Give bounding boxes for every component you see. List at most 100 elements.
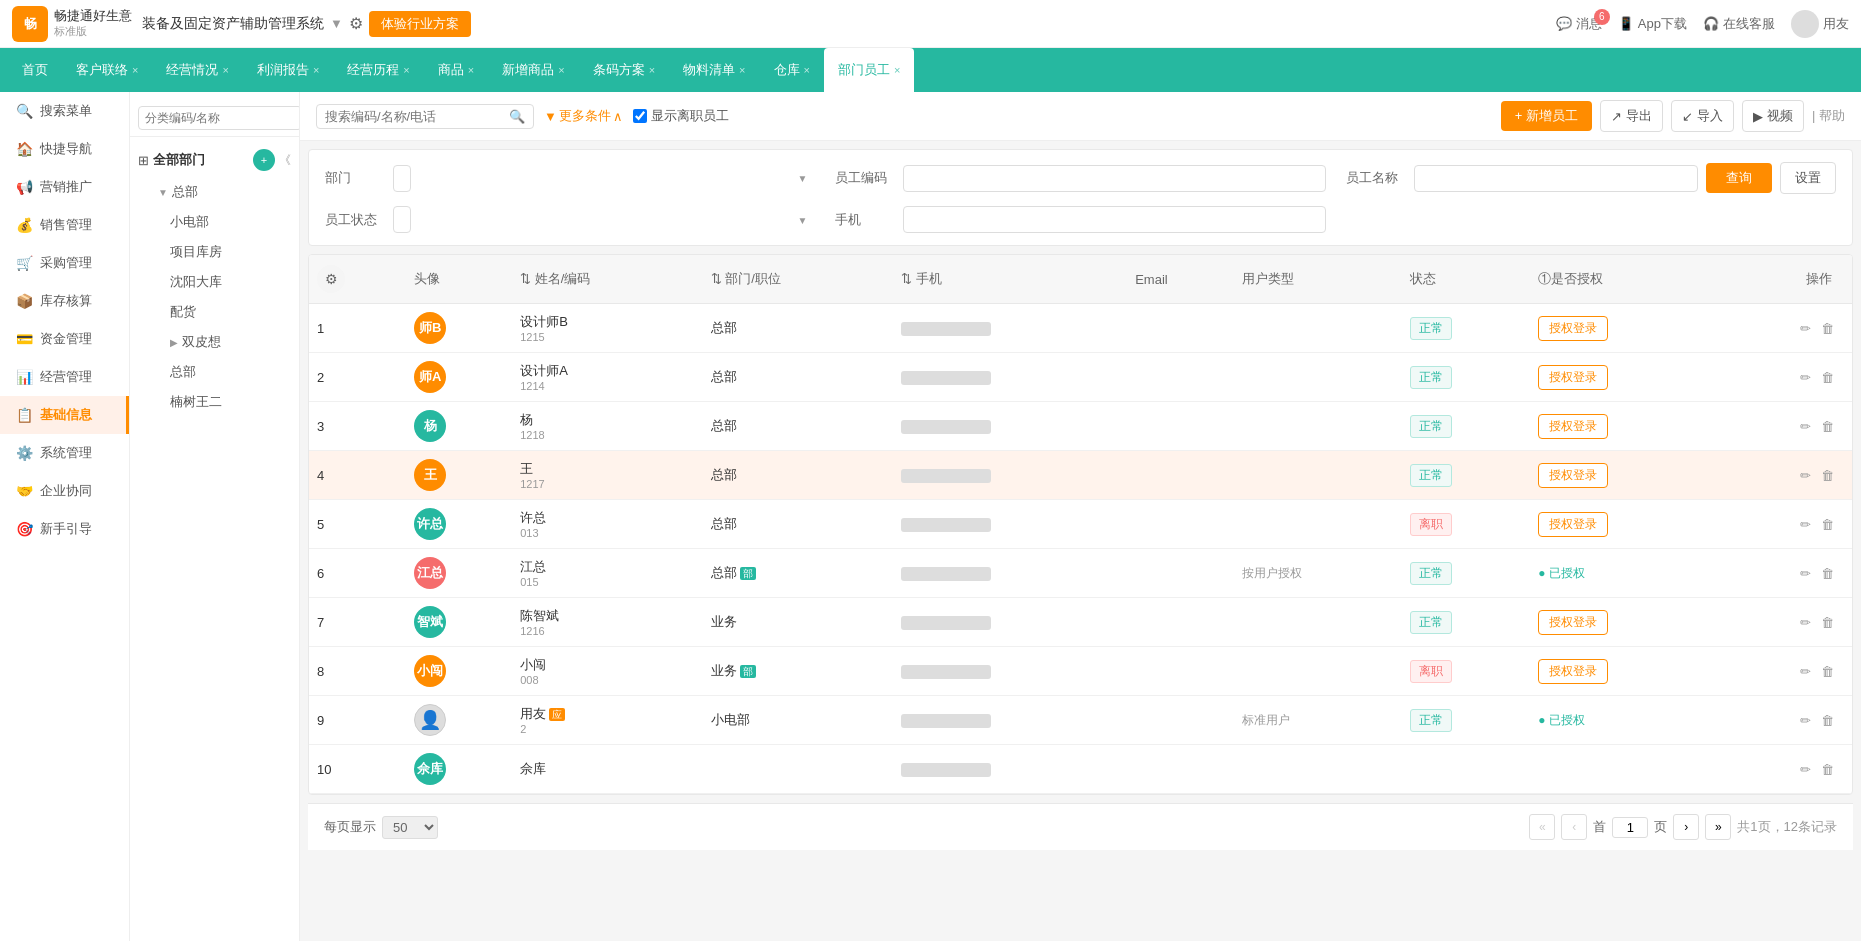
auth-button[interactable]: 授权登录: [1538, 463, 1608, 488]
auth-button[interactable]: 授权登录: [1538, 414, 1608, 439]
dept-node-xiangmu[interactable]: 项目库房: [130, 237, 299, 267]
nav-close-icon[interactable]: ×: [468, 64, 474, 76]
edit-icon[interactable]: ✏: [1800, 321, 1811, 336]
search-input[interactable]: [325, 109, 505, 124]
delete-icon[interactable]: 🗑: [1821, 419, 1834, 434]
more-filter-btn[interactable]: ▼ 更多条件 ∧: [544, 107, 623, 125]
show-resigned-checkbox[interactable]: [633, 109, 647, 123]
nav-close-icon[interactable]: ×: [649, 64, 655, 76]
dept-select[interactable]: [393, 165, 411, 192]
first-page-btn[interactable]: «: [1529, 814, 1555, 840]
delete-icon[interactable]: 🗑: [1821, 664, 1834, 679]
help-btn[interactable]: | 帮助: [1812, 107, 1845, 125]
sidebar-item-采购管理[interactable]: 🛒采购管理: [0, 244, 129, 282]
nav-item-新增商品[interactable]: 新增商品 ×: [488, 48, 578, 92]
emp-status-select[interactable]: [393, 206, 411, 233]
col-settings-btn[interactable]: ⚙: [317, 265, 345, 293]
nav-close-icon[interactable]: ×: [804, 64, 810, 76]
last-page-btn[interactable]: »: [1705, 814, 1731, 840]
app-download-btn[interactable]: 📱 App下载: [1618, 15, 1687, 33]
sidebar-item-资金管理[interactable]: 💳资金管理: [0, 320, 129, 358]
delete-icon[interactable]: 🗑: [1821, 370, 1834, 385]
phone-input[interactable]: [903, 206, 1325, 233]
delete-icon[interactable]: 🗑: [1821, 762, 1834, 777]
dept-node-zongbu-parent[interactable]: ▼ 总部: [130, 177, 299, 207]
nav-close-icon[interactable]: ×: [894, 64, 900, 76]
dept-node-shuangpixiang[interactable]: ▶ 双皮想: [130, 327, 299, 357]
delete-icon[interactable]: 🗑: [1821, 517, 1834, 532]
nav-item-利润报告[interactable]: 利润报告 ×: [243, 48, 333, 92]
sidebar-item-企业协同[interactable]: 🤝企业协同: [0, 472, 129, 510]
sidebar-item-新手引导[interactable]: 🎯新手引导: [0, 510, 129, 548]
nav-close-icon[interactable]: ×: [132, 64, 138, 76]
nav-item-物料清单[interactable]: 物料清单 ×: [669, 48, 759, 92]
next-page-btn[interactable]: ›: [1673, 814, 1699, 840]
dept-collapse-btn[interactable]: 《: [279, 152, 291, 169]
dept-search-input[interactable]: [138, 106, 300, 130]
user-btn[interactable]: 用友: [1791, 10, 1849, 38]
col-phone[interactable]: ⇅ 手机: [893, 255, 1127, 304]
delete-icon[interactable]: 🗑: [1821, 468, 1834, 483]
delete-icon[interactable]: 🗑: [1821, 615, 1834, 630]
dept-node-peihuo[interactable]: 配货: [130, 297, 299, 327]
nav-item-经营历程[interactable]: 经营历程 ×: [333, 48, 423, 92]
query-button[interactable]: 查询: [1706, 163, 1772, 193]
show-resigned-label[interactable]: 显示离职员工: [633, 107, 729, 125]
dept-add-icon[interactable]: +: [253, 149, 275, 171]
page-number-input[interactable]: [1612, 817, 1648, 838]
settings-icon[interactable]: ⚙: [349, 14, 363, 33]
nav-close-icon[interactable]: ×: [739, 64, 745, 76]
edit-icon[interactable]: ✏: [1800, 566, 1811, 581]
sidebar-item-系统管理[interactable]: ⚙️系统管理: [0, 434, 129, 472]
nav-item-商品[interactable]: 商品 ×: [424, 48, 488, 92]
message-btn[interactable]: 💬 消息 6: [1556, 15, 1602, 33]
delete-icon[interactable]: 🗑: [1821, 566, 1834, 581]
nav-close-icon[interactable]: ×: [403, 64, 409, 76]
all-dept-label[interactable]: 全部部门: [153, 151, 205, 169]
emp-code-input[interactable]: [903, 165, 1325, 192]
add-employee-button[interactable]: + 新增员工: [1501, 101, 1592, 131]
sidebar-item-基础信息[interactable]: 📋基础信息: [0, 396, 129, 434]
delete-icon[interactable]: 🗑: [1821, 713, 1834, 728]
page-size-select[interactable]: 50 100 200: [382, 816, 438, 839]
nav-item-仓库[interactable]: 仓库 ×: [760, 48, 824, 92]
import-button[interactable]: ↙ 导入: [1671, 100, 1734, 132]
col-dept[interactable]: ⇅ 部门/职位: [703, 255, 893, 304]
edit-icon[interactable]: ✏: [1800, 517, 1811, 532]
edit-icon[interactable]: ✏: [1800, 664, 1811, 679]
dept-node-nanshuwang[interactable]: 楠树王二: [130, 387, 299, 417]
dept-node-shenyang[interactable]: 沈阳大库: [130, 267, 299, 297]
support-btn[interactable]: 🎧 在线客服: [1703, 15, 1775, 33]
auth-button[interactable]: 授权登录: [1538, 316, 1608, 341]
edit-icon[interactable]: ✏: [1800, 468, 1811, 483]
dept-node-xiaodianbu[interactable]: 小电部: [130, 207, 299, 237]
settings-button[interactable]: 设置: [1780, 162, 1836, 194]
video-button[interactable]: ▶ 视频: [1742, 100, 1804, 132]
emp-name-input[interactable]: [1414, 165, 1698, 192]
auth-button[interactable]: 授权登录: [1538, 610, 1608, 635]
edit-icon[interactable]: ✏: [1800, 762, 1811, 777]
nav-close-icon[interactable]: ×: [222, 64, 228, 76]
sidebar-item-销售管理[interactable]: 💰销售管理: [0, 206, 129, 244]
nav-close-icon[interactable]: ×: [558, 64, 564, 76]
sidebar-item-快捷导航[interactable]: 🏠快捷导航: [0, 130, 129, 168]
dropdown-icon[interactable]: ▼: [330, 16, 343, 31]
trial-button[interactable]: 体验行业方案: [369, 11, 471, 37]
edit-icon[interactable]: ✏: [1800, 370, 1811, 385]
nav-item-经营情况[interactable]: 经营情况 ×: [152, 48, 242, 92]
nav-item-客户联络[interactable]: 客户联络 ×: [62, 48, 152, 92]
nav-item-部门员工[interactable]: 部门员工 ×: [824, 48, 914, 92]
auth-button[interactable]: 授权登录: [1538, 365, 1608, 390]
export-button[interactable]: ↗ 导出: [1600, 100, 1663, 132]
col-name[interactable]: ⇅ 姓名/编码: [512, 255, 702, 304]
edit-icon[interactable]: ✏: [1800, 615, 1811, 630]
sidebar-item-库存核算[interactable]: 📦库存核算: [0, 282, 129, 320]
sidebar-item-经营管理[interactable]: 📊经营管理: [0, 358, 129, 396]
sidebar-item-营销推广[interactable]: 📢营销推广: [0, 168, 129, 206]
dept-node-zongbu-child[interactable]: 总部: [130, 357, 299, 387]
nav-item-首页[interactable]: 首页: [8, 48, 62, 92]
edit-icon[interactable]: ✏: [1800, 713, 1811, 728]
prev-page-btn[interactable]: ‹: [1561, 814, 1587, 840]
nav-close-icon[interactable]: ×: [313, 64, 319, 76]
auth-button[interactable]: 授权登录: [1538, 512, 1608, 537]
